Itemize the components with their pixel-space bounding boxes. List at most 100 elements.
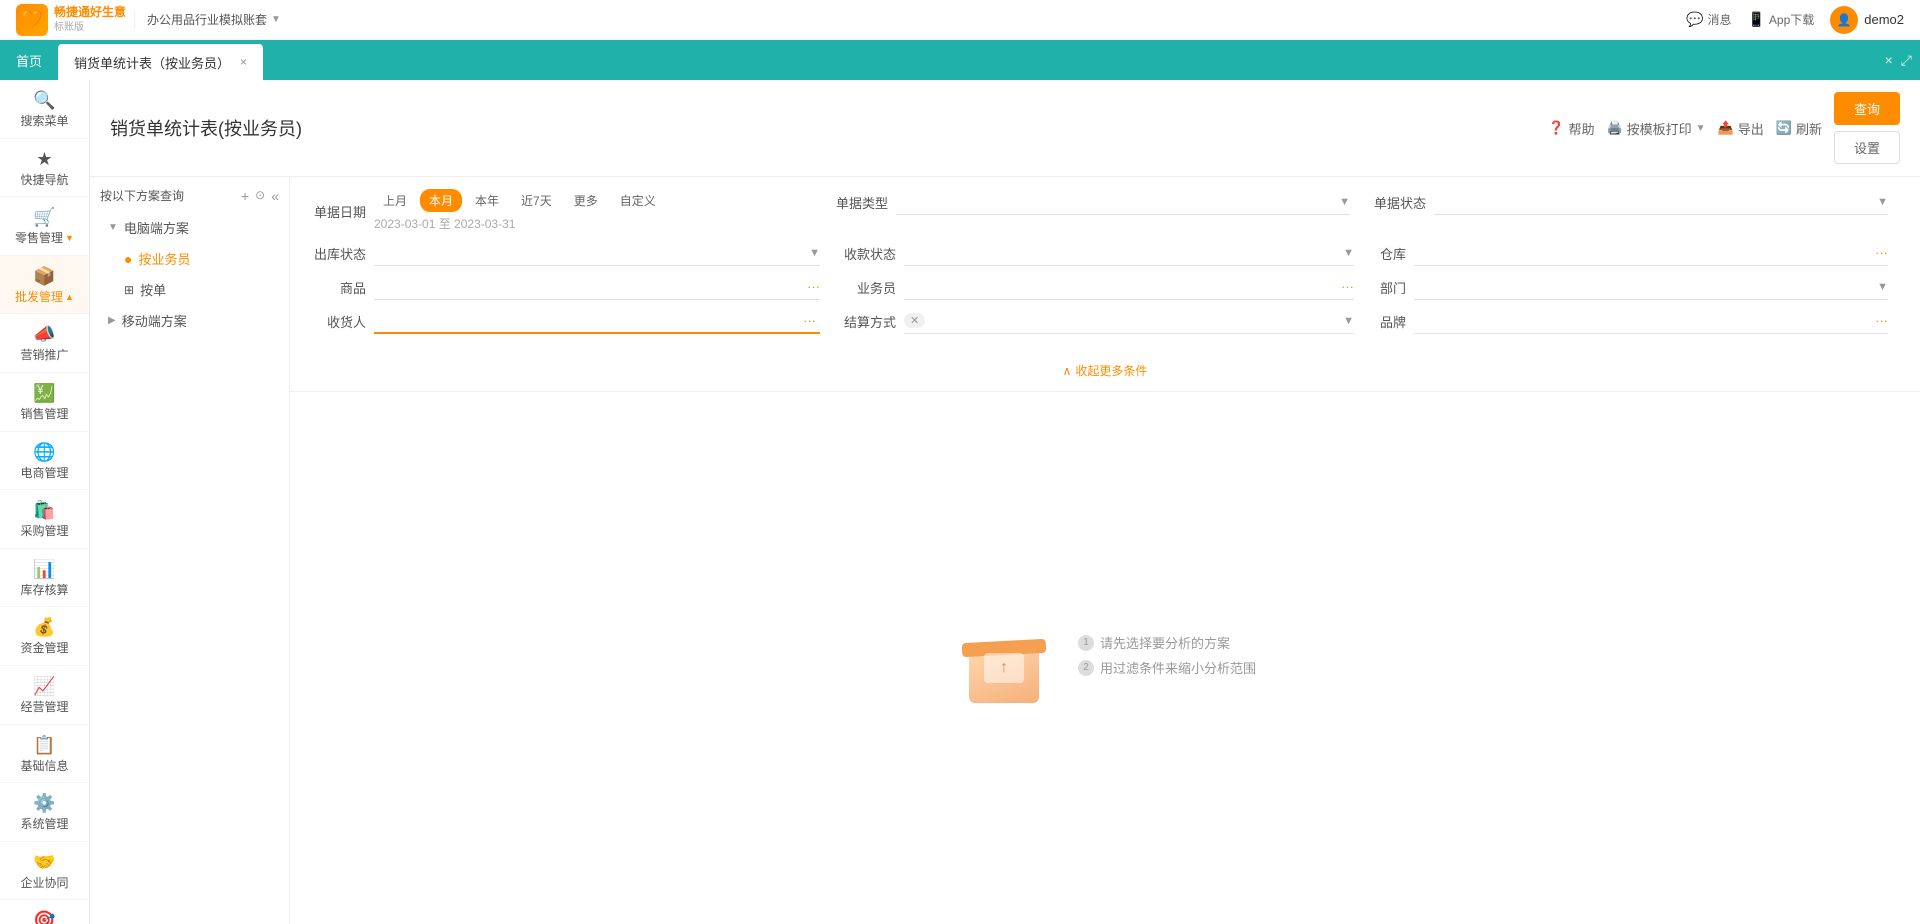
search-menu-icon: 🔍 [33,90,55,111]
tab-sales-stats[interactable]: 销货单统计表（按业务员） × [58,44,263,80]
brand-dots[interactable]: ··· [1875,313,1888,328]
salesperson-label: 业务员 [844,278,896,297]
tree-by-salesperson[interactable]: ● 按业务员 [100,243,279,274]
operations-icon: 📈 [33,676,55,697]
workspace-selector[interactable]: 办公用品行业模拟账套 ▼ [134,11,281,28]
app-edition: 标账版 [54,21,126,34]
tab-home[interactable]: 首页 [0,40,58,80]
consignee-dots[interactable]: ··· [803,313,816,328]
page-header: 销货单统计表(按业务员) ❓ 帮助 🖨️ 按模板打印 ▼ 📤 导出 [90,80,1920,177]
date-btn-this-month[interactable]: 本月 [420,189,462,212]
export-icon: 📤 [1718,120,1734,136]
receipt-status-label: 收款状态 [844,244,896,263]
basic-info-icon: 📋 [33,735,55,756]
download-icon: 📱 [1747,11,1764,28]
page-actions: ❓ 帮助 🖨️ 按模板打印 ▼ 📤 导出 🔄 刷新 [1548,92,1900,164]
tree-by-order[interactable]: ⊞ 按单 [100,274,279,305]
department-label: 部门 [1378,278,1406,297]
tree-mobile-expand-icon: ▶ [108,315,116,326]
date-btn-more[interactable]: 更多 [565,189,607,212]
empty-illustration: ↑ [954,613,1054,703]
edit-scheme-icon[interactable]: ⊙ [255,188,265,204]
sidebar-item-search-menu[interactable]: 🔍 搜索菜单 [0,80,89,139]
out-status-chevron-icon: ▼ [809,247,820,259]
sidebar-item-inventory[interactable]: 📊 库存核算 [0,549,89,608]
collapse-icon: ∧ [1063,364,1072,378]
sidebar-nav: 🔍 搜索菜单 ★ 快捷导航 🛒 零售管理▼ 📦 批发管理▲ 📣 营销推广 💹 [0,80,90,924]
collapse-filters-button[interactable]: ∧ 收起更多条件 [1057,356,1154,385]
date-btn-this-year[interactable]: 本年 [466,189,508,212]
finance-icon: 💰 [33,617,55,638]
ecommerce-icon: 🌐 [33,442,55,463]
collapse-row: ∧ 收起更多条件 [290,350,1920,392]
sidebar-item-ecommerce[interactable]: 🌐 电商管理 [0,432,89,491]
tab-maximize-icon[interactable]: ⤢ [1901,52,1912,69]
sidebar-item-system[interactable]: ⚙️ 系统管理 [0,783,89,842]
receipt-chevron-icon: ▼ [1343,247,1354,259]
template-print-button[interactable]: 🖨️ 按模板打印 ▼ [1606,119,1705,138]
settlement-label: 结算方式 [844,312,896,331]
date-btn-last-month[interactable]: 上月 [374,189,416,212]
product-label: 商品 [310,278,366,297]
empty-text: 1 请先选择要分析的方案 2 用过滤条件来缩小分析范围 [1078,633,1256,683]
doc-type-select[interactable]: ▼ [896,189,1350,215]
system-icon: ⚙️ [33,793,55,814]
tab-close-icon[interactable]: × [240,55,247,69]
salesperson-dots[interactable]: ··· [1341,279,1354,294]
out-status-label: 出库状态 [310,244,366,263]
tree-order-icon: ⊞ [124,283,134,297]
warehouse-dots[interactable]: ··· [1875,245,1888,260]
date-range-value: 2023-03-01 至 2023-03-31 [374,215,665,232]
sales-mgmt-icon: 💹 [33,383,55,404]
avatar: 👤 [1830,6,1858,34]
date-buttons: 上月 本月 本年 近7天 更多 自定义 [374,189,665,212]
sidebar-item-marketing[interactable]: 📣 营销推广 [0,314,89,373]
wholesale-mgmt-icon: 📦 [33,266,55,287]
sidebar-item-operations[interactable]: 📈 经营管理 [0,666,89,725]
left-panel-title: 按以下方案查询 [100,187,184,204]
tab-bar: 首页 销货单统计表（按业务员） × × ⤢ [0,40,1920,80]
sidebar-item-retail-mgmt[interactable]: 🛒 零售管理▼ [0,197,89,256]
collapse-panel-icon[interactable]: « [271,188,279,204]
department-select[interactable]: ▼ [1414,274,1888,300]
sidebar-item-wholesale-mgmt[interactable]: 📦 批发管理▲ [0,256,89,315]
query-button[interactable]: 查询 [1834,92,1900,125]
setting-button[interactable]: 设置 [1834,131,1900,164]
warehouse-label: 仓库 [1378,244,1406,263]
inventory-icon: 📊 [33,559,55,580]
date-btn-last-7[interactable]: 近7天 [512,189,561,212]
out-status-select[interactable]: ▼ [374,240,820,266]
tree-desktop-section[interactable]: ▼ 电脑端方案 [100,212,279,243]
sidebar-item-sales-mgmt[interactable]: 💹 销售管理 [0,373,89,432]
sidebar-item-quick-nav[interactable]: ★ 快捷导航 [0,139,89,198]
sidebar-item-purchase[interactable]: 🛍️ 采购管理 [0,490,89,549]
print-dropdown-icon: ▼ [1696,123,1706,134]
export-button[interactable]: 📤 导出 [1718,119,1764,138]
settlement-chevron-icon: ▼ [1343,315,1354,327]
refresh-button[interactable]: 🔄 刷新 [1776,119,1822,138]
tab-close-window-icon[interactable]: × [1885,52,1893,68]
consignee-label: 收货人 [310,312,366,331]
app-name: 畅捷通好生意 [54,5,126,21]
product-dots[interactable]: ··· [807,279,820,294]
filter-section: 单据日期 上月 本月 本年 近7天 更多 自定义 [290,177,1920,350]
purchase-icon: 🛍️ [33,500,55,521]
sidebar-item-enterprise[interactable]: 🤝 企业协同 [0,842,89,901]
help-button[interactable]: ❓ 帮助 [1548,119,1594,138]
help-icon: ❓ [1548,120,1564,136]
sidebar-item-finance[interactable]: 💰 资金管理 [0,607,89,666]
date-btn-custom[interactable]: 自定义 [611,189,665,212]
message-button[interactable]: 💬 消息 [1686,11,1731,28]
doc-status-label: 单据状态 [1374,193,1426,212]
app-download-button[interactable]: 📱 App下载 [1747,11,1814,28]
user-profile[interactable]: 👤 demo2 [1830,6,1904,34]
doc-status-select[interactable]: ▼ [1434,189,1888,215]
sidebar-item-new-user[interactable]: 🎯 新手引导 [0,900,89,924]
receipt-status-select[interactable]: ▼ [904,240,1354,266]
date-label: 单据日期 [310,200,366,221]
sidebar-item-basic-info[interactable]: 📋 基础信息 [0,725,89,784]
tree-mobile-section[interactable]: ▶ 移动端方案 [100,305,279,336]
tree-active-dot-icon: ● [124,251,132,267]
add-scheme-icon[interactable]: + [241,188,249,204]
tag-close-icon[interactable]: ✕ [910,314,919,327]
